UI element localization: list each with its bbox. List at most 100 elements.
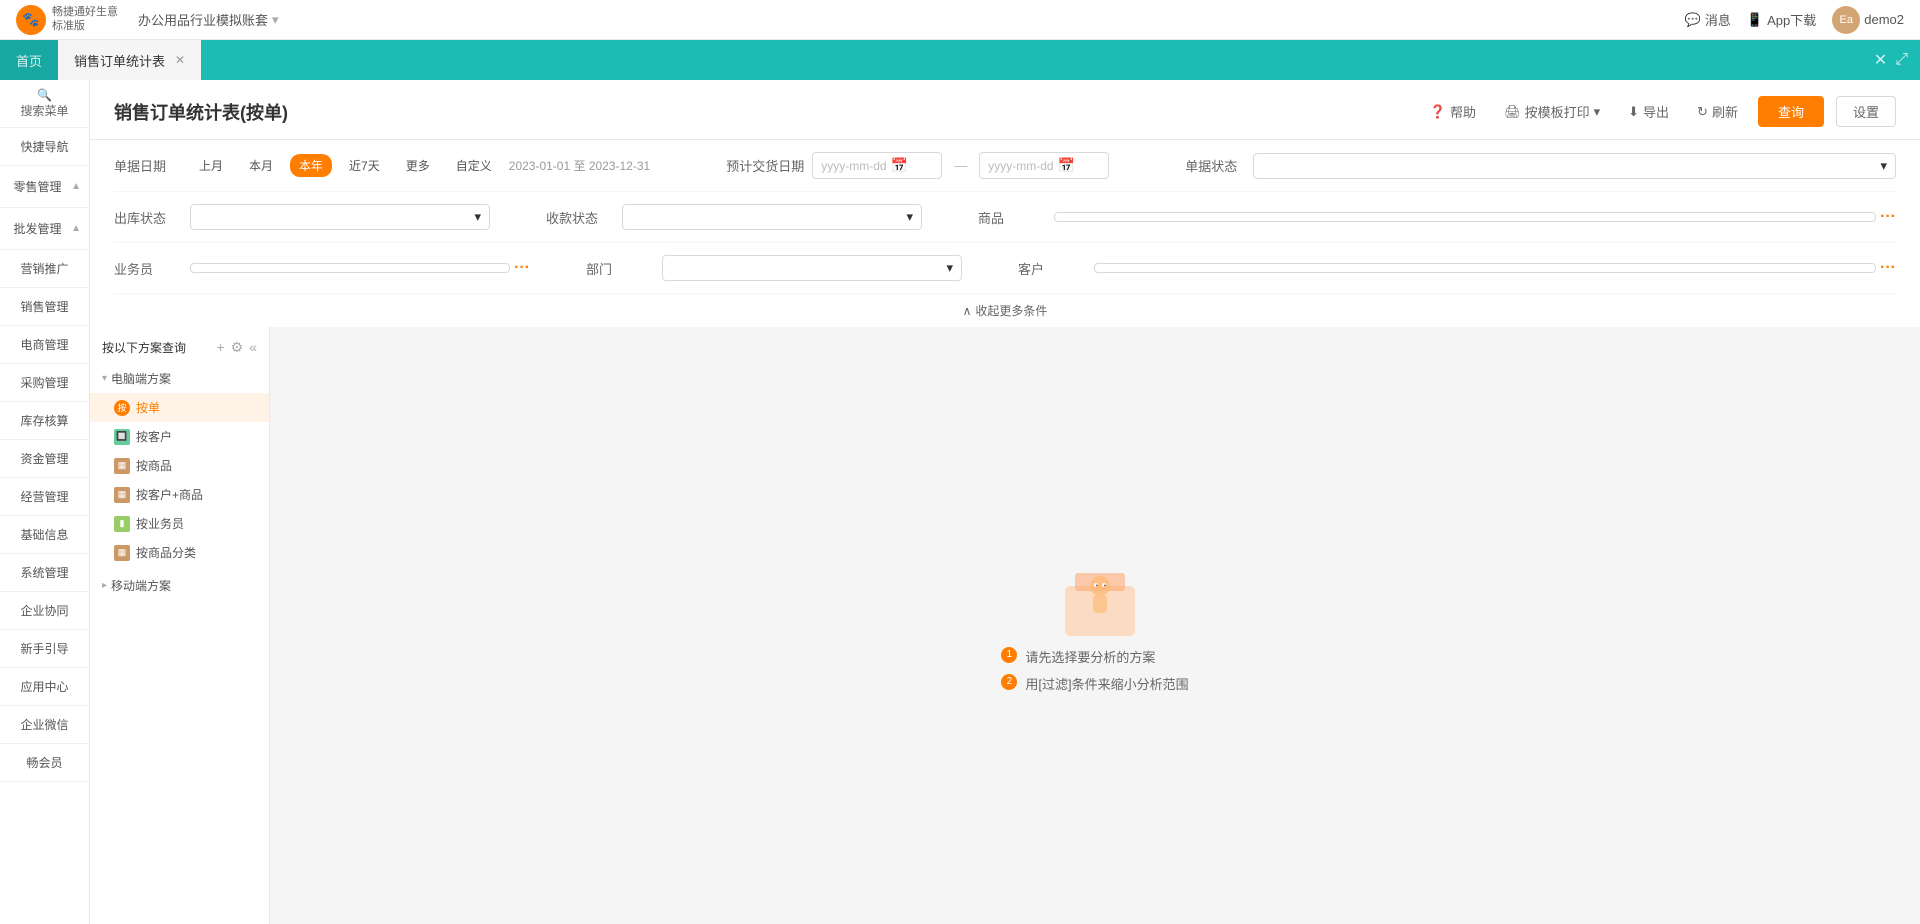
search-icon: 🔍 — [37, 88, 52, 102]
breadcrumb-chevron-icon[interactable] — [272, 12, 279, 28]
staff-select[interactable] — [190, 263, 510, 273]
plan-item-by-goods-category[interactable]: ▦ 按商品分类 — [90, 538, 269, 567]
date-btn-last7[interactable]: 近7天 — [340, 154, 389, 177]
breadcrumb-text: 办公用品行业模拟账套 — [138, 10, 268, 29]
plan-item-by-customer[interactable]: 🔲 按客户 — [90, 422, 269, 451]
panel-settings-icon[interactable]: ⚙ — [231, 339, 244, 356]
sidebar-item-wechat[interactable]: 企业微信 — [0, 706, 89, 744]
tab-sales-stat[interactable]: 销售订单统计表 ✕ — [58, 40, 201, 80]
plan-item-by-customer-goods[interactable]: ▦ 按客户+商品 — [90, 480, 269, 509]
dept-select[interactable] — [662, 255, 962, 281]
sidebar-item-system[interactable]: 系统管理 — [0, 554, 89, 592]
refresh-button[interactable]: ↻ 刷新 — [1689, 98, 1746, 125]
export-button[interactable]: ⬇ 导出 — [1620, 98, 1677, 125]
doc-status-select[interactable] — [1253, 153, 1896, 179]
plan-group-pc-chevron-icon — [102, 373, 107, 384]
content-area: 销售订单统计表(按单) ❓ 帮助 🖨 按模板打印 ⬇ 导出 — [90, 80, 1920, 924]
date-btn-this-month[interactable]: 本月 — [240, 154, 282, 177]
header-left: 🐾 畅捷通好生意 标准版 办公用品行业模拟账套 — [16, 5, 279, 35]
filter-row-1: 单据日期 上月 本月 本年 近7天 更多 自定义 2023-01-01 至 20… — [114, 140, 1896, 192]
filter-row-2: 出库状态 收款状态 商品 ··· — [114, 192, 1896, 243]
goods-select[interactable] — [1054, 212, 1876, 222]
sidebar-item-app-center[interactable]: 应用中心 — [0, 668, 89, 706]
tab-home[interactable]: 首页 — [0, 40, 58, 80]
expected-date-to[interactable]: yyyy-mm-dd 📅 — [979, 152, 1109, 179]
goods-more-icon[interactable]: ··· — [1880, 208, 1896, 226]
sidebar-item-ecommerce[interactable]: 电商管理 — [0, 326, 89, 364]
plan-item-by-staff[interactable]: ▮ 按业务员 — [90, 509, 269, 538]
expected-date-from[interactable]: yyyy-mm-dd 📅 — [812, 152, 942, 179]
query-button[interactable]: 查询 — [1758, 96, 1824, 127]
message-button[interactable]: 💬 消息 — [1685, 10, 1731, 29]
sidebar-search-label: 搜索菜单 — [8, 102, 81, 119]
sidebar-quick-nav[interactable]: 快捷导航 — [0, 128, 89, 166]
customer-select[interactable] — [1094, 263, 1876, 273]
sidebar-item-enterprise[interactable]: 企业协同 — [0, 592, 89, 630]
plan-group-mobile-header[interactable]: 移动端方案 — [90, 571, 269, 600]
staff-label: 业务员 — [114, 259, 174, 278]
help-icon: ❓ — [1430, 104, 1446, 120]
split-layout: 按以下方案查询 + ⚙ « 电脑端方案 按 按单 — [90, 327, 1920, 924]
sidebar-search[interactable]: 🔍 搜索菜单 — [0, 80, 89, 128]
out-status-chevron-icon — [474, 209, 481, 225]
sidebar-item-newbie[interactable]: 新手引导 — [0, 630, 89, 668]
out-status-select[interactable] — [190, 204, 490, 230]
tab-sales-stat-label: 销售订单统计表 — [74, 51, 165, 70]
header-right: 💬 消息 📱 App下载 Ea demo2 — [1685, 6, 1904, 34]
print-icon: 🖨 — [1504, 104, 1521, 120]
staff-more-icon[interactable]: ··· — [514, 259, 530, 277]
customer-more-icon[interactable]: ··· — [1880, 259, 1896, 277]
avatar: Ea — [1832, 6, 1860, 34]
tab-close-window-icon[interactable]: ✕ — [1874, 50, 1887, 70]
print-button[interactable]: 🖨 按模板打印 — [1496, 98, 1608, 125]
plan-group-pc-label: 电脑端方案 — [111, 370, 171, 387]
tab-expand-icon[interactable]: ⤢ — [1895, 51, 1908, 69]
panel-collapse-icon[interactable]: « — [249, 339, 257, 356]
logo-text: 畅捷通好生意 标准版 — [52, 6, 118, 32]
sidebar-item-member[interactable]: 畅会员 — [0, 744, 89, 782]
plan-group-pc-header[interactable]: 电脑端方案 — [90, 364, 269, 393]
sidebar-member-label: 畅会员 — [26, 754, 62, 771]
refresh-icon: ↻ — [1697, 104, 1708, 120]
date-btn-more[interactable]: 更多 — [397, 154, 439, 177]
sidebar-newbie-label: 新手引导 — [20, 640, 68, 657]
tab-close-icon[interactable]: ✕ — [175, 53, 185, 67]
receipt-status-select[interactable] — [622, 204, 922, 230]
logo-icon: 🐾 — [16, 5, 46, 35]
settings-button[interactable]: 设置 — [1836, 96, 1896, 127]
receipt-status-label: 收款状态 — [546, 208, 606, 227]
sidebar-item-purchase[interactable]: 采购管理 — [0, 364, 89, 402]
sidebar-item-wholesale[interactable]: 批发管理 ▲ — [0, 208, 89, 250]
help-button[interactable]: ❓ 帮助 — [1422, 98, 1484, 125]
sidebar-marketing-label: 营销推广 — [20, 260, 68, 277]
print-chevron-icon — [1594, 104, 1601, 120]
date-range-text: 2023-01-01 至 2023-12-31 — [509, 157, 650, 174]
plan-item-by-goods[interactable]: ▦ 按商品 — [90, 451, 269, 480]
collapse-chevron-icon: ∧ — [963, 304, 972, 318]
sidebar-item-retail[interactable]: 零售管理 ▲ — [0, 166, 89, 208]
tip-text-2: 用[过滤]条件来缩小分析范围 — [1025, 674, 1188, 693]
collapse-button[interactable]: ∧ 收起更多条件 — [963, 302, 1048, 319]
date-btn-last-month[interactable]: 上月 — [190, 154, 232, 177]
sidebar-item-sales[interactable]: 销售管理 — [0, 288, 89, 326]
sidebar-item-finance[interactable]: 资金管理 — [0, 440, 89, 478]
empty-tip-2: 2 用[过滤]条件来缩小分析范围 — [1001, 674, 1188, 693]
sidebar-item-inventory[interactable]: 库存核算 — [0, 402, 89, 440]
sidebar-item-basic[interactable]: 基础信息 — [0, 516, 89, 554]
plan-item-by-customer-icon: 🔲 — [114, 429, 130, 445]
plan-group-mobile: 移动端方案 — [90, 571, 269, 600]
user-menu[interactable]: Ea demo2 — [1832, 6, 1904, 34]
logo-area: 🐾 畅捷通好生意 标准版 — [16, 5, 118, 35]
panel-add-icon[interactable]: + — [216, 339, 224, 356]
sidebar-item-marketing[interactable]: 营销推广 — [0, 250, 89, 288]
app-download-button[interactable]: 📱 App下载 — [1747, 10, 1816, 29]
receipt-status-chevron-icon — [906, 209, 913, 225]
empty-tips: 1 请先选择要分析的方案 2 用[过滤]条件来缩小分析范围 — [1001, 647, 1188, 701]
date-filter-label: 单据日期 — [114, 156, 174, 175]
collapse-row: ∧ 收起更多条件 — [114, 294, 1896, 327]
date-btn-custom[interactable]: 自定义 — [447, 154, 501, 177]
sidebar-item-operations[interactable]: 经营管理 — [0, 478, 89, 516]
plan-item-by-order[interactable]: 按 按单 — [90, 393, 269, 422]
date-btn-this-year[interactable]: 本年 — [290, 154, 332, 177]
sidebar-enterprise-label: 企业协同 — [20, 602, 68, 619]
